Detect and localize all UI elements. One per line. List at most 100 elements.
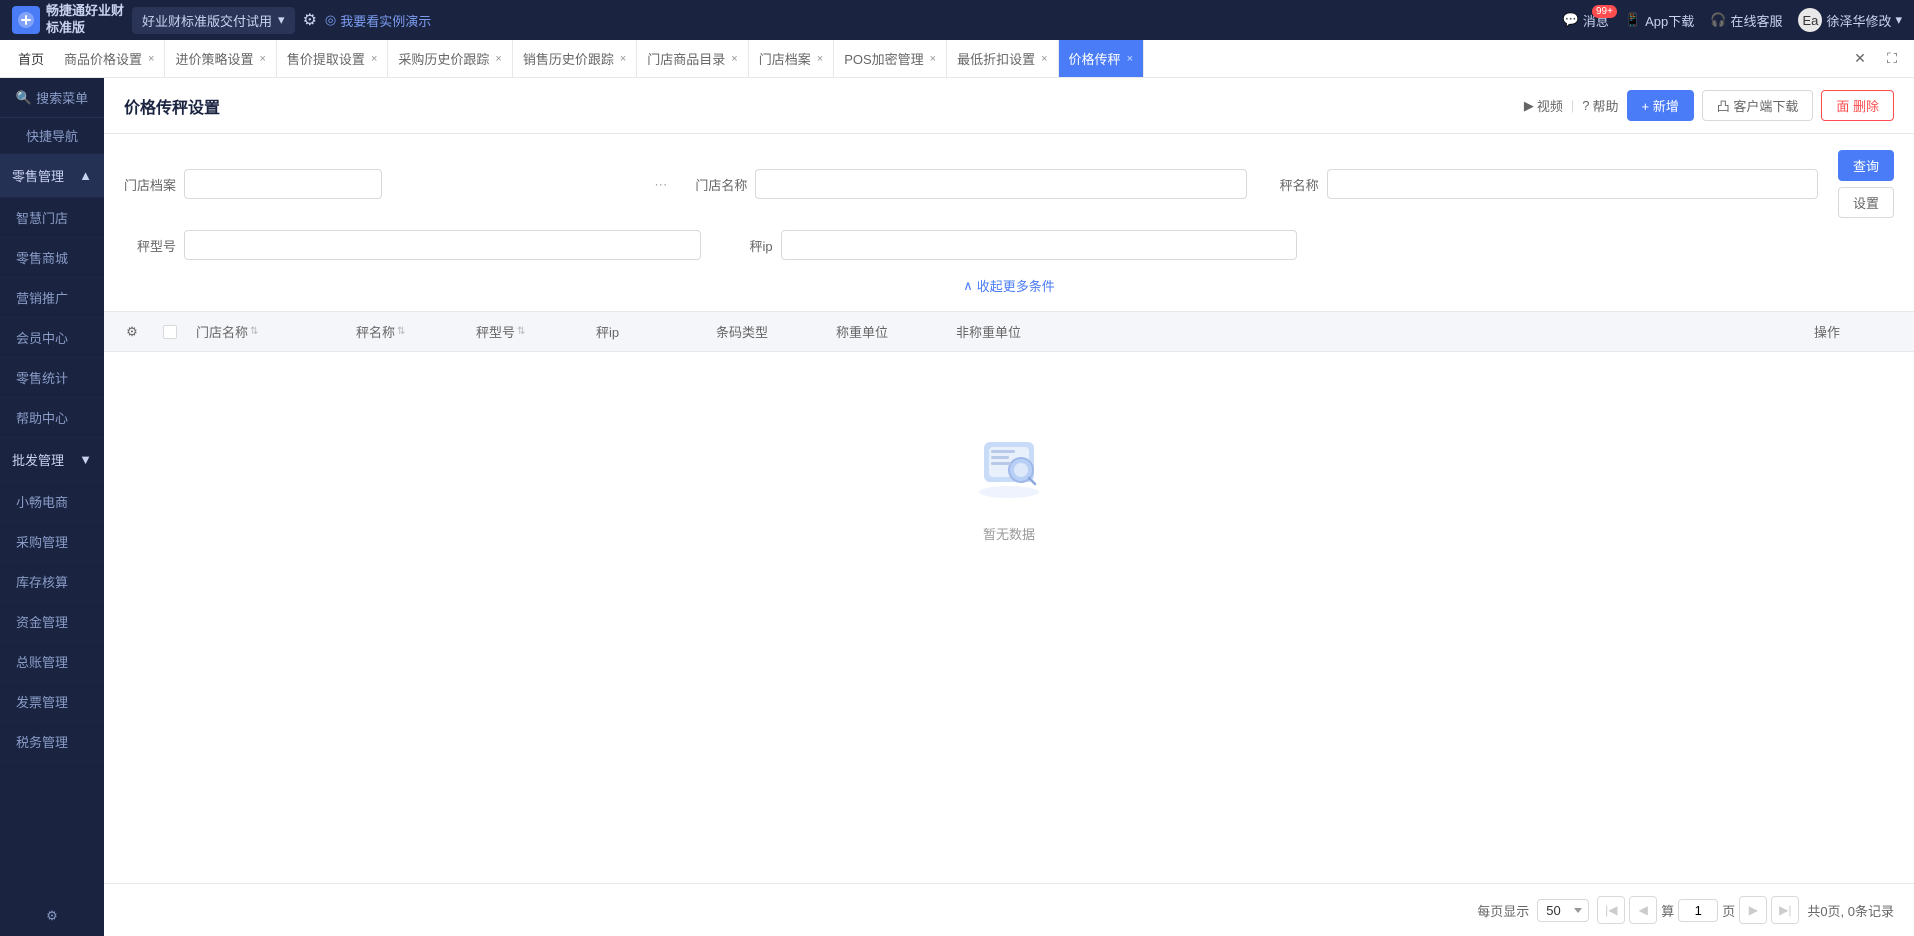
video-link[interactable]: ▶ 视频 <box>1524 96 1563 115</box>
online-service-button[interactable]: 🎧 在线客服 <box>1710 11 1782 30</box>
store-archive-input[interactable] <box>184 169 382 199</box>
filter-store-archive-label: 门店档案 <box>124 175 176 194</box>
sidebar-search[interactable]: 🔍 搜索菜单 <box>0 78 104 118</box>
sidebar-item-member[interactable]: 会员中心 <box>0 318 104 358</box>
collapse-label: 收起更多条件 <box>977 276 1055 295</box>
sidebar-item-purchase[interactable]: 采购管理 <box>0 522 104 562</box>
th-label: 称重单位 <box>836 322 888 341</box>
sidebar-item-general-ledger[interactable]: 总账管理 <box>0 642 104 682</box>
th-weight-unit: 称重单位 <box>828 322 948 341</box>
setup-button[interactable]: 设置 <box>1838 187 1894 218</box>
th-scale-type[interactable]: 秤型号 ⇅ <box>468 322 588 341</box>
th-label: 秤名称 <box>356 322 395 341</box>
sidebar-item-mini-ecom[interactable]: 小畅电商 <box>0 482 104 522</box>
sidebar-item-retail-mall[interactable]: 零售商城 <box>0 238 104 278</box>
tab-close-icon[interactable]: × <box>731 53 737 65</box>
th-settings[interactable]: ⚙ <box>112 324 152 340</box>
empty-state: 暂无数据 <box>104 352 1914 603</box>
sidebar-item-label: 小畅电商 <box>16 492 68 511</box>
select-all-checkbox[interactable] <box>163 325 177 339</box>
sidebar-item-retail[interactable]: 零售管理 ▲ <box>0 154 104 198</box>
message-button[interactable]: 💬 消息 99+ <box>1563 11 1609 30</box>
th-checkbox[interactable] <box>152 325 188 339</box>
sidebar-item-smart-store[interactable]: 智慧门店 <box>0 198 104 238</box>
tab-sale-history[interactable]: 销售历史价跟踪 × <box>513 40 637 78</box>
sort-icon: ⇅ <box>397 326 405 337</box>
tab-close-icon[interactable]: × <box>371 53 377 65</box>
sidebar-nav-quicknav[interactable]: 快捷导航 <box>0 118 104 154</box>
tab-store-archive[interactable]: 门店档案 × <box>749 40 834 78</box>
sidebar: 🔍 搜索菜单 快捷导航 零售管理 ▲ 智慧门店 零售商城 营销推广 会员中心 <box>0 78 104 936</box>
page-input[interactable] <box>1678 899 1718 922</box>
tab-expand-button[interactable]: ⛶ <box>1878 45 1906 73</box>
tab-close-icon[interactable]: × <box>259 53 265 65</box>
tab-purchase-strategy[interactable]: 进价策略设置 × <box>165 40 276 78</box>
app-download-button[interactable]: 📱 App下载 <box>1625 11 1694 30</box>
tab-label: 价格传秤 <box>1069 49 1121 68</box>
sidebar-item-help[interactable]: 帮助中心 <box>0 398 104 438</box>
message-badge: 99+ <box>1592 5 1617 18</box>
product-settings-button[interactable]: ⚙ <box>303 10 317 30</box>
tab-store-catalog[interactable]: 门店商品目录 × <box>637 40 748 78</box>
filter-store-archive: 门店档案 ··· <box>124 169 675 199</box>
tab-close-icon[interactable]: × <box>1041 53 1047 65</box>
page-prev-button[interactable]: ◀ <box>1629 896 1657 924</box>
scale-name-input[interactable] <box>1327 169 1818 199</box>
tab-close-icon[interactable]: × <box>620 53 626 65</box>
th-action: 操作 <box>1806 322 1906 341</box>
sidebar-item-inventory[interactable]: 库存核算 <box>0 562 104 602</box>
tab-sale-extract[interactable]: 售价提取设置 × <box>277 40 388 78</box>
th-store-name[interactable]: 门店名称 ⇅ <box>188 322 348 341</box>
collapse-button[interactable]: ∧ 收起更多条件 <box>963 272 1055 299</box>
page-last-button[interactable]: ▶| <box>1771 896 1799 924</box>
delete-button[interactable]: 面 删除 <box>1821 90 1894 121</box>
tab-close-icon[interactable]: × <box>1127 53 1133 65</box>
page-label: 算 <box>1661 901 1674 920</box>
tab-close-icon[interactable]: × <box>930 53 936 65</box>
sidebar-item-finance[interactable]: 资金管理 <box>0 602 104 642</box>
tab-close-icon[interactable]: × <box>148 53 154 65</box>
sidebar-item-tax[interactable]: 税务管理 <box>0 722 104 762</box>
user-name: 徐泽华修改 <box>1826 11 1891 30</box>
th-scale-name[interactable]: 秤名称 ⇅ <box>348 322 468 341</box>
tab-close-all-button[interactable]: ✕ <box>1846 45 1874 73</box>
sidebar-item-retail-stats[interactable]: 零售统计 <box>0 358 104 398</box>
page-size-select[interactable]: 10 20 50 100 <box>1537 899 1589 922</box>
sidebar-item-marketing[interactable]: 营销推广 <box>0 278 104 318</box>
user-menu-button[interactable]: Ea 徐泽华修改 ▾ <box>1798 8 1902 32</box>
more-icon[interactable]: ··· <box>654 177 667 192</box>
tab-purchase-history[interactable]: 采购历史价跟踪 × <box>388 40 512 78</box>
product-selector[interactable]: 好业财标准版交付试用 ▾ <box>132 7 295 34</box>
message-icon: 💬 <box>1563 12 1579 28</box>
sidebar-item-invoice[interactable]: 发票管理 <box>0 682 104 722</box>
tab-pos-management[interactable]: POS加密管理 × <box>834 40 947 78</box>
tab-close-icon[interactable]: × <box>495 53 501 65</box>
filter-scale-ip: 秤ip <box>721 230 1298 260</box>
tab-price-scale[interactable]: 价格传秤 × <box>1059 40 1144 78</box>
download-button[interactable]: 凸 客户端下载 <box>1702 90 1814 121</box>
tab-min-discount[interactable]: 最低折扣设置 × <box>947 40 1058 78</box>
sidebar-settings-button[interactable]: ⚙ <box>0 896 104 936</box>
chevron-down-icon: ▼ <box>79 452 92 467</box>
page-size-label: 每页显示 <box>1477 901 1529 920</box>
page-next-button[interactable]: ▶ <box>1739 896 1767 924</box>
product-name: 好业财标准版交付试用 <box>142 11 272 30</box>
add-button[interactable]: + 新增 <box>1627 90 1694 121</box>
help-link[interactable]: ? 帮助 <box>1582 96 1618 115</box>
scale-type-input[interactable] <box>184 230 701 260</box>
scale-ip-input[interactable] <box>781 230 1298 260</box>
page-first-button[interactable]: |◀ <box>1597 896 1625 924</box>
th-label: 秤型号 <box>476 322 515 341</box>
th-scale-ip: 秤ip <box>588 322 708 341</box>
store-name-input[interactable] <box>755 169 1246 199</box>
demo-link[interactable]: ◎ 我要看实例演示 <box>325 11 431 30</box>
tab-close-icon[interactable]: × <box>817 53 823 65</box>
online-service-label: 在线客服 <box>1730 11 1782 30</box>
page-input-wrap: 算 页 <box>1661 899 1735 922</box>
app-logo: 畅捷通好业财 标准版 <box>12 3 124 37</box>
sidebar-item-wholesale[interactable]: 批发管理 ▼ <box>0 438 104 482</box>
sidebar-item-label: 采购管理 <box>16 532 68 551</box>
tab-price-goods[interactable]: 商品价格设置 × <box>54 40 165 78</box>
query-button[interactable]: 查询 <box>1838 150 1894 181</box>
tab-home[interactable]: 首页 <box>8 40 54 78</box>
